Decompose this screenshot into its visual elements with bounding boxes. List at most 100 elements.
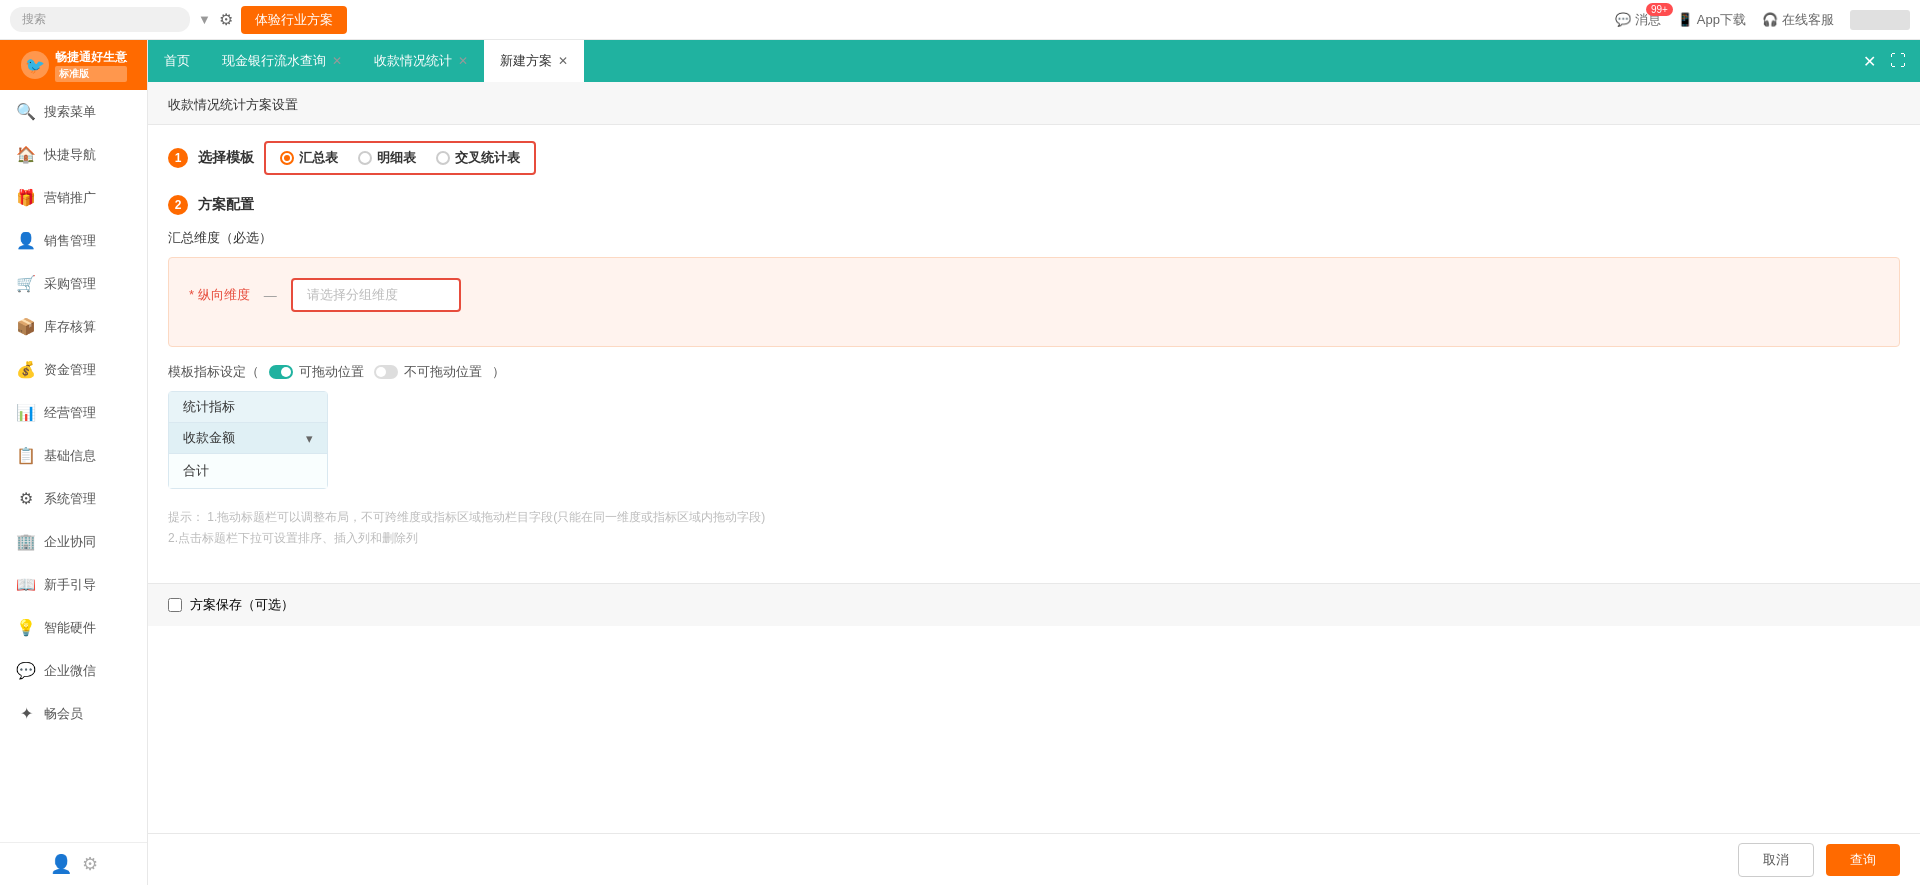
sidebar-item-finance[interactable]: 💰 资金管理	[0, 348, 147, 391]
tab-home[interactable]: 首页	[148, 40, 206, 82]
window-expand-btn[interactable]: ⛶	[1886, 48, 1910, 74]
sidebar: 🐦 畅捷通好生意 标准版 🔍 搜索菜单 🏠 快捷导航 🎁 营销推广 👤 销售管理…	[0, 40, 148, 885]
section1-label: 选择模板	[198, 149, 254, 167]
dimension-title: 汇总维度（必选）	[168, 229, 1900, 247]
sidebar-bottom-icon1[interactable]: 👤	[50, 853, 72, 875]
dimension-row-label: * 纵向维度	[189, 286, 250, 304]
query-button[interactable]: 查询	[1826, 844, 1900, 876]
sidebar-item-member[interactable]: ✦ 畅会员	[0, 692, 147, 735]
enterprise-icon: 🏢	[16, 532, 36, 551]
cancel-button[interactable]: 取消	[1738, 843, 1814, 877]
stats-header-label: 统计指标	[183, 398, 235, 416]
section-config: 2 方案配置 汇总维度（必选） * 纵向维度 — 请选择分组维度	[168, 195, 1900, 547]
quick-nav-icon: 🏠	[16, 145, 36, 164]
trial-btn[interactable]: 体验行业方案	[241, 6, 347, 34]
topbar-dropdown-icon[interactable]: ▼	[198, 12, 211, 27]
marketing-icon: 🎁	[16, 188, 36, 207]
sidebar-item-operations[interactable]: 📊 经营管理	[0, 391, 147, 434]
topbar-search-box[interactable]: 搜索	[10, 7, 190, 32]
basic-info-icon: 📋	[16, 446, 36, 465]
draggable-toggle-box[interactable]	[269, 365, 293, 379]
hint-1: 提示： 1.拖动标题栏可以调整布局，不可跨维度或指标区域拖动栏目字段(只能在同一…	[168, 509, 1900, 526]
search-menu-icon: 🔍	[16, 102, 36, 121]
download-icon: 📱	[1677, 12, 1693, 27]
sidebar-item-enterprise[interactable]: 🏢 企业协同	[0, 520, 147, 563]
form-area: 1 选择模板 汇总表 明细表	[148, 125, 1920, 583]
radio-cross-dot	[436, 151, 450, 165]
sidebar-item-sales[interactable]: 👤 销售管理	[0, 219, 147, 262]
message-btn[interactable]: 💬 消息 99+	[1615, 11, 1661, 29]
footer-bar: 取消 查询	[148, 833, 1920, 885]
logo-tag: 标准版	[55, 66, 127, 82]
tab-cash-bank[interactable]: 现金银行流水查询 ✕	[206, 40, 358, 82]
metrics-title: 模板指标设定（	[168, 363, 259, 381]
save-label: 方案保存（可选）	[190, 596, 294, 614]
section2-label: 方案配置	[198, 196, 254, 214]
radio-summary-dot	[280, 151, 294, 165]
sidebar-bottom-icon2[interactable]: ⚙	[82, 853, 98, 875]
section1-number: 1	[168, 148, 188, 168]
non-draggable-toggle: 不可拖动位置	[374, 363, 482, 381]
breadcrumb: 收款情况统计方案设置	[168, 97, 298, 112]
app-download-btn[interactable]: 📱 App下载	[1677, 11, 1746, 29]
user-avatar[interactable]	[1850, 10, 1910, 30]
tabbar: 首页 现金银行流水查询 ✕ 收款情况统计 ✕ 新建方案 ✕ ✕ ⛶	[148, 40, 1920, 82]
sidebar-logo: 🐦 畅捷通好生意 标准版	[0, 40, 147, 90]
non-draggable-toggle-box[interactable]	[374, 365, 398, 379]
sidebar-item-search-menu[interactable]: 🔍 搜索菜单	[0, 90, 147, 133]
logo-text: 畅捷通好生意	[55, 49, 127, 66]
section1-header: 1 选择模板 汇总表 明细表	[168, 141, 1900, 175]
radio-cross[interactable]: 交叉统计表	[436, 149, 520, 167]
tab-receipts-close[interactable]: ✕	[458, 54, 468, 68]
column-dropdown-icon[interactable]: ▾	[306, 431, 313, 446]
page-header: 收款情况统计方案设置	[148, 82, 1920, 125]
purchase-icon: 🛒	[16, 274, 36, 293]
hint-2: 2.点击标题栏下拉可设置排序、插入列和删除列	[168, 530, 1900, 547]
tab-cash-bank-close[interactable]: ✕	[332, 54, 342, 68]
sidebar-item-hardware[interactable]: 💡 智能硬件	[0, 606, 147, 649]
sidebar-item-marketing[interactable]: 🎁 营销推广	[0, 176, 147, 219]
draggable-label: 可拖动位置	[299, 363, 364, 381]
column-label: 收款金额	[183, 429, 235, 447]
sidebar-bottom: 👤 ⚙	[0, 842, 147, 885]
service-icon: 🎧	[1762, 12, 1778, 27]
message-icon: 💬	[1615, 12, 1631, 27]
save-checkbox[interactable]	[168, 598, 182, 612]
non-draggable-label: 不可拖动位置	[404, 363, 482, 381]
guide-icon: 📖	[16, 575, 36, 594]
hints: 提示： 1.拖动标题栏可以调整布局，不可跨维度或指标区域拖动栏目字段(只能在同一…	[168, 509, 1900, 547]
window-close-btn[interactable]: ✕	[1859, 48, 1880, 75]
radio-summary[interactable]: 汇总表	[280, 149, 338, 167]
dimension-row: * 纵向维度 — 请选择分组维度	[189, 278, 1879, 312]
stats-cell-total: 合计	[169, 454, 327, 488]
sidebar-item-wechat[interactable]: 💬 企业微信	[0, 649, 147, 692]
sales-icon: 👤	[16, 231, 36, 250]
radio-group-template: 汇总表 明细表 交叉统计表	[264, 141, 536, 175]
operations-icon: 📊	[16, 403, 36, 422]
stats-table-header: 统计指标	[169, 392, 327, 423]
tabbar-actions: ✕ ⛶	[1859, 48, 1920, 75]
section2-number: 2	[168, 195, 188, 215]
online-service-btn[interactable]: 🎧 在线客服	[1762, 11, 1834, 29]
gear-icon[interactable]: ⚙	[219, 10, 233, 29]
tab-new-scheme-close[interactable]: ✕	[558, 54, 568, 68]
page-content: 收款情况统计方案设置 1 选择模板 汇总表	[148, 82, 1920, 833]
dimension-select[interactable]: 请选择分组维度	[291, 278, 461, 312]
wechat-icon: 💬	[16, 661, 36, 680]
sidebar-item-purchase[interactable]: 🛒 采购管理	[0, 262, 147, 305]
sidebar-item-guide[interactable]: 📖 新手引导	[0, 563, 147, 606]
radio-detail-dot	[358, 151, 372, 165]
dimension-arrow: —	[264, 288, 277, 303]
stats-column-header[interactable]: 收款金额 ▾	[169, 423, 327, 454]
save-area: 方案保存（可选）	[148, 583, 1920, 626]
sidebar-item-basic-info[interactable]: 📋 基础信息	[0, 434, 147, 477]
tab-new-scheme[interactable]: 新建方案 ✕	[484, 40, 584, 82]
sidebar-item-quick-nav[interactable]: 🏠 快捷导航	[0, 133, 147, 176]
sidebar-item-system[interactable]: ⚙ 系统管理	[0, 477, 147, 520]
radio-detail[interactable]: 明细表	[358, 149, 416, 167]
main-layout: 🐦 畅捷通好生意 标准版 🔍 搜索菜单 🏠 快捷导航 🎁 营销推广 👤 销售管理…	[0, 40, 1920, 885]
dimension-area: * 纵向维度 — 请选择分组维度	[168, 257, 1900, 347]
topbar-left: 搜索 ▼ ⚙ 体验行业方案	[10, 6, 1615, 34]
sidebar-item-inventory[interactable]: 📦 库存核算	[0, 305, 147, 348]
tab-receipts-stats[interactable]: 收款情况统计 ✕	[358, 40, 484, 82]
